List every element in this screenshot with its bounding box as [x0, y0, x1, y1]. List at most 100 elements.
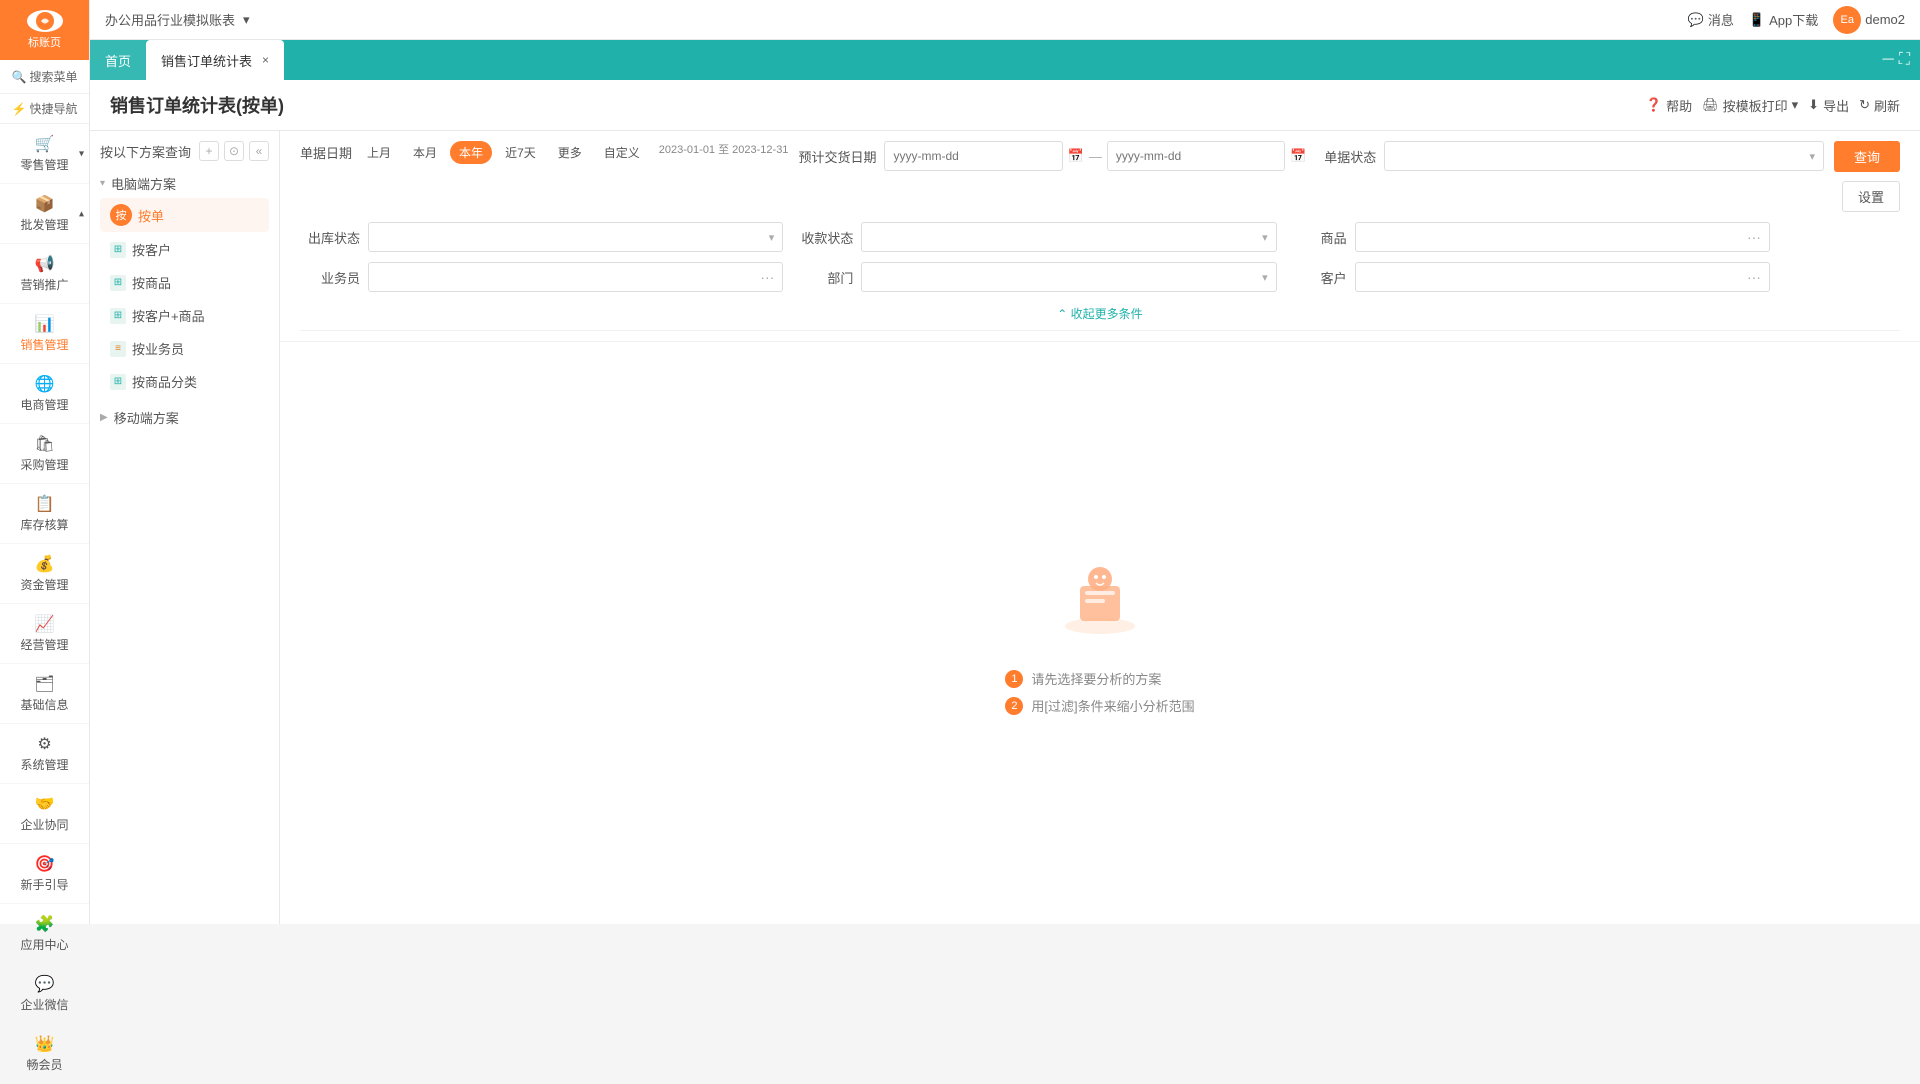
department-select[interactable]: ▾ — [861, 262, 1276, 292]
quick-nav-item[interactable]: ⚡ 快捷导航 — [0, 94, 89, 124]
minimize-icon[interactable]: ─ — [1882, 51, 1893, 69]
goods-dots[interactable]: ··· — [1747, 229, 1761, 245]
scheme-item-单[interactable]: 按 按单 — [100, 198, 269, 232]
print-button[interactable]: 🖨 按模板打印 ▾ — [1702, 96, 1798, 115]
date-prev-month-btn[interactable]: 上月 — [358, 141, 400, 164]
industry-selector[interactable]: 办公用品行业模拟账表 ▾ — [105, 10, 250, 29]
empty-state: 1 请先选择要分析的方案 2 用[过滤]条件来缩小分析范围 — [280, 342, 1920, 924]
basic-icon: 🗂 — [34, 674, 54, 694]
finance-icon: 💰 — [35, 554, 55, 574]
empty-hints: 1 请先选择要分析的方案 2 用[过滤]条件来缩小分析范围 — [1005, 669, 1194, 715]
vip-icon: 👑 — [35, 1034, 55, 1054]
sidebar-item-wholesale[interactable]: 📦 批发管理 ▴ — [0, 184, 89, 244]
logo-icon — [27, 10, 63, 32]
tab-home[interactable]: 首页 — [90, 40, 146, 80]
left-panel: 按以下方案查询 + ⊙ « ▾ — [90, 131, 280, 924]
salesperson-dots[interactable]: ··· — [760, 269, 774, 285]
salesperson-select[interactable]: ··· — [368, 262, 783, 292]
customer-select[interactable]: ··· — [1355, 262, 1770, 292]
left-panel-title: 按以下方案查询 — [100, 142, 191, 161]
date-this-year-btn[interactable]: 本年 — [450, 141, 492, 164]
doc-status-select[interactable]: ▾ — [1384, 141, 1824, 171]
date-more-btn[interactable]: 更多 — [549, 141, 591, 164]
sidebar-item-marketing[interactable]: 📢 营销推广 — [0, 244, 89, 304]
left-panel-actions: + ⊙ « — [199, 141, 269, 161]
date-this-month-btn[interactable]: 本月 — [404, 141, 446, 164]
department-label: 部门 — [793, 268, 853, 287]
expected-date-start[interactable] — [884, 141, 1062, 171]
sidebar-item-vip[interactable]: 👑 畅会员 — [0, 1024, 89, 1084]
search-label: 搜索菜单 — [29, 68, 77, 85]
expected-date-end[interactable] — [1107, 141, 1285, 171]
app-download-button[interactable]: 📱 App下载 — [1749, 10, 1818, 29]
sidebar-item-system[interactable]: ⚙ 系统管理 — [0, 724, 89, 784]
desktop-group-header[interactable]: ▾ 电脑端方案 — [100, 169, 269, 198]
sidebar-item-basic[interactable]: 🗂 基础信息 — [0, 664, 89, 724]
scheme-item-label-业务员: 按业务员 — [132, 339, 184, 358]
goods-select[interactable]: ··· — [1355, 222, 1770, 252]
refresh-button[interactable]: ↻ 刷新 — [1859, 96, 1900, 115]
collapse-filters-button[interactable]: ⌃ 收起更多条件 — [300, 297, 1900, 331]
date-custom-btn[interactable]: 自定义 — [595, 141, 649, 164]
query-button[interactable]: 查询 — [1834, 141, 1900, 172]
download-icon: 📱 — [1749, 12, 1765, 28]
tab-sales-stats[interactable]: 销售订单统计表 × — [146, 40, 284, 80]
retail-icon: 🛒 — [35, 134, 55, 154]
collapse-panel-button[interactable]: « — [249, 141, 269, 161]
collapse-label: ⌃ 收起更多条件 — [1057, 307, 1142, 321]
messages-label: 消息 — [1708, 10, 1734, 29]
scheme-item-客户商品[interactable]: ⊞ 按客户+商品 — [100, 300, 269, 331]
ship-status-select[interactable]: ▾ — [368, 222, 783, 252]
scheme-item-业务员[interactable]: ≡ 按业务员 — [100, 333, 269, 364]
sidebar-item-newbie[interactable]: 🎯 新手引导 — [0, 844, 89, 904]
export-button[interactable]: ⬇ 导出 — [1808, 96, 1849, 115]
expected-date-label: 预计交货日期 — [798, 147, 876, 166]
search-menu-item[interactable]: 🔍 搜索菜单 — [0, 60, 89, 94]
hint-num-2: 2 — [1005, 697, 1023, 715]
username: demo2 — [1865, 12, 1905, 27]
sidebar-item-ecommerce[interactable]: 🌐 电商管理 — [0, 364, 89, 424]
sidebar-item-enterprise[interactable]: 🤝 企业协同 — [0, 784, 89, 844]
sidebar-item-finance[interactable]: 💰 资金管理 — [0, 544, 89, 604]
doc-status-label: 单据状态 — [1316, 147, 1376, 166]
ship-status-label: 出库状态 — [300, 228, 360, 247]
export-icon: ⬇ — [1808, 97, 1819, 113]
pay-status-select[interactable]: ▾ — [861, 222, 1276, 252]
sidebar-finance-label: 资金管理 — [20, 576, 68, 593]
date-range-calendar-icon1: 📅 — [1068, 148, 1084, 164]
add-scheme-button[interactable]: + — [199, 141, 219, 161]
sidebar-retail-label: 零售管理 — [20, 156, 68, 173]
empty-hint-2: 2 用[过滤]条件来缩小分析范围 — [1005, 696, 1194, 715]
sidebar-operations-label: 经营管理 — [20, 636, 68, 653]
sidebar-item-inventory[interactable]: 📋 库存核算 — [0, 484, 89, 544]
date-quick-buttons: 上月 本月 本年 近7天 更多 自定义 — [358, 141, 649, 164]
app-download-label: App下载 — [1769, 10, 1818, 29]
refresh-label: 刷新 — [1874, 96, 1900, 115]
date-7days-btn[interactable]: 近7天 — [496, 141, 545, 164]
sidebar-item-wechat[interactable]: 💬 企业微信 — [0, 964, 89, 1024]
scheme-item-商品分类[interactable]: ⊞ 按商品分类 — [100, 366, 269, 397]
mobile-group-header[interactable]: ▶ 移动端方案 — [100, 403, 269, 432]
sidebar-item-sales[interactable]: 📊 销售管理 — [0, 304, 89, 364]
setting-button[interactable]: 设置 — [1842, 181, 1900, 212]
help-icon: ❓ — [1646, 97, 1662, 113]
customer-dots[interactable]: ··· — [1747, 269, 1761, 285]
maximize-icon[interactable]: ⛶ — [1899, 51, 1910, 69]
page-header-actions: ❓ 帮助 🖨 按模板打印 ▾ ⬇ 导出 ↻ 刷新 — [1646, 96, 1900, 127]
help-button[interactable]: ❓ 帮助 — [1646, 96, 1692, 115]
scheme-item-客户[interactable]: ⊞ 按客户 — [100, 234, 269, 265]
main-content: 办公用品行业模拟账表 ▾ 💬 消息 📱 App下载 Ea demo2 首页 — [90, 0, 1920, 924]
sidebar-item-apps[interactable]: 🧩 应用中心 — [0, 904, 89, 964]
settings-scheme-button[interactable]: ⊙ — [224, 141, 244, 161]
sidebar-item-operations[interactable]: 📈 经营管理 — [0, 604, 89, 664]
tab-close-icon[interactable]: × — [262, 53, 269, 67]
sales-stats-tab-label: 销售订单统计表 — [161, 51, 252, 70]
sidebar-enterprise-label: 企业协同 — [20, 816, 68, 833]
sidebar-item-retail[interactable]: 🛒 零售管理 ▾ — [0, 124, 89, 184]
sidebar-item-purchase[interactable]: 🛍 采购管理 — [0, 424, 89, 484]
print-icon: 🖨 — [1702, 97, 1719, 113]
scheme-item-商品[interactable]: ⊞ 按商品 — [100, 267, 269, 298]
user-profile[interactable]: Ea demo2 — [1833, 6, 1905, 34]
system-icon: ⚙ — [37, 734, 51, 754]
messages-button[interactable]: 💬 消息 — [1688, 10, 1734, 29]
